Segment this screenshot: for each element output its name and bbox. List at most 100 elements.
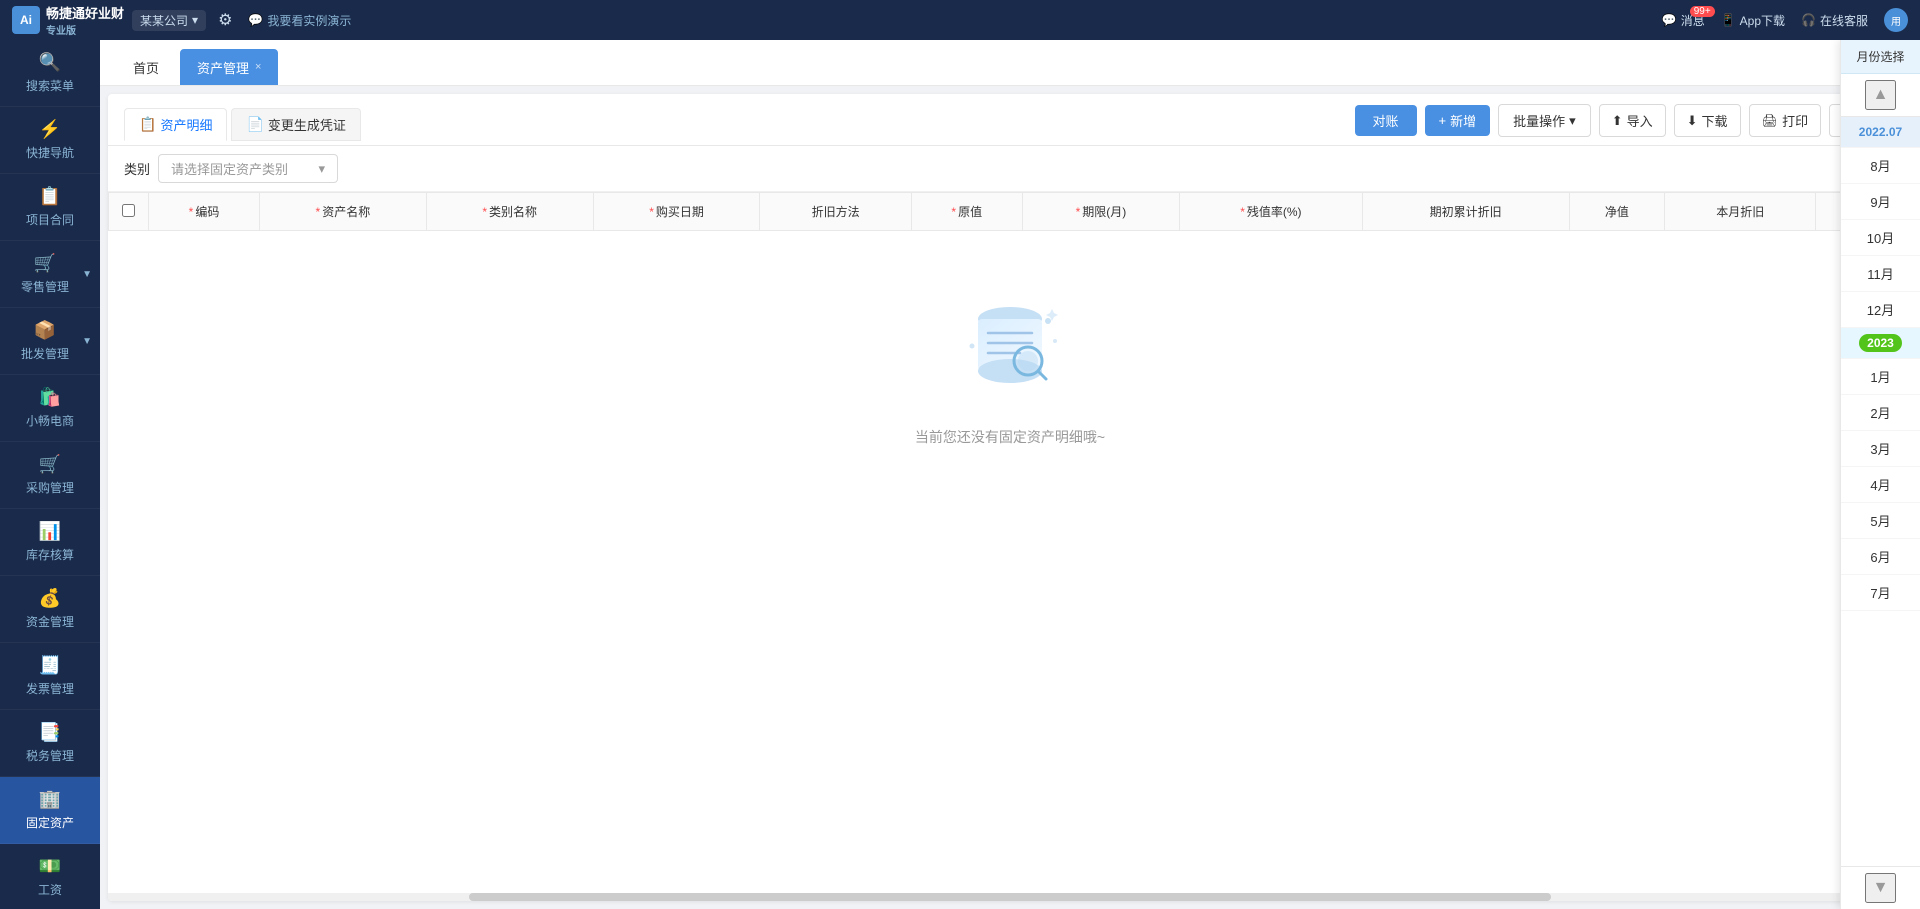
month-item-11[interactable]: 11月 bbox=[1841, 256, 1920, 292]
sidebar-item-ecommerce[interactable]: 🛍️ 小畅电商 bbox=[0, 375, 100, 442]
sidebar-item-inventory[interactable]: 📊 库存核算 bbox=[0, 509, 100, 576]
tab-bar: 首页 资产管理 × bbox=[100, 40, 1920, 86]
month-item-2023-2[interactable]: 2月 bbox=[1841, 395, 1920, 431]
message-button[interactable]: 💬 消息 99+ bbox=[1662, 12, 1705, 29]
right-actions: 💬 消息 99+ 📱 App下载 🎧 在线客服 用 bbox=[1662, 8, 1908, 32]
wholesale-icon: 📦 bbox=[34, 320, 56, 341]
month-prev-button[interactable]: ▲ bbox=[1865, 86, 1897, 110]
header-monthly-depreciation: 本月折旧 bbox=[1665, 193, 1816, 231]
quicknav-icon: ⚡ bbox=[39, 119, 61, 140]
sidebar-item-finance[interactable]: 💰 资金管理 bbox=[0, 576, 100, 643]
demo-link-text: 我要看实例演示 bbox=[267, 12, 351, 29]
month-item-2023-5[interactable]: 5月 bbox=[1841, 503, 1920, 539]
sidebar-label-quicknav: 快捷导航 bbox=[26, 144, 74, 161]
month-item-10[interactable]: 10月 bbox=[1841, 220, 1920, 256]
sub-tab-change-voucher-label: 变更生成凭证 bbox=[268, 115, 346, 134]
select-arrow-icon: ▾ bbox=[318, 161, 325, 177]
select-all-checkbox[interactable] bbox=[122, 204, 135, 217]
logo-area: Ai 畅捷通好业财 专业版 bbox=[12, 3, 124, 37]
month-item-2023-1[interactable]: 1月 bbox=[1841, 359, 1920, 395]
service-icon: 🎧 bbox=[1801, 13, 1816, 27]
finance-icon: 💰 bbox=[39, 588, 61, 609]
add-label: 新增 bbox=[1450, 111, 1476, 130]
contract-icon: 📋 bbox=[39, 186, 61, 207]
sidebar-item-invoice[interactable]: 🧾 发票管理 bbox=[0, 643, 100, 710]
table-wrapper[interactable]: *编码 *资产名称 *类别名称 *购买日期 bbox=[108, 192, 1912, 893]
sidebar-item-tax[interactable]: 📑 税务管理 bbox=[0, 710, 100, 777]
download-icon2: ⬇ bbox=[1687, 113, 1698, 129]
sidebar-item-wholesale[interactable]: 📦 批发管理 ▼ bbox=[0, 308, 100, 375]
sub-tab-change-voucher[interactable]: 📄 变更生成凭证 bbox=[231, 108, 360, 141]
sidebar-label-purchase: 采购管理 bbox=[26, 479, 74, 496]
month-item-2022[interactable]: 2022.07 bbox=[1841, 117, 1920, 148]
import-button[interactable]: ⬆ 导入 bbox=[1599, 104, 1666, 137]
company-name: 某某公司 bbox=[140, 12, 188, 29]
app-download-button[interactable]: 📱 App下载 bbox=[1721, 12, 1785, 29]
month-list: 2022.07 8月 9月 10月 11月 12月 2023 1月 2月 3月 … bbox=[1841, 117, 1920, 866]
header-checkbox-cell[interactable] bbox=[109, 193, 149, 231]
message-badge: 99+ bbox=[1690, 6, 1715, 17]
sidebar-item-purchase[interactable]: 🛒 采购管理 bbox=[0, 442, 100, 509]
asset-detail-icon: 📋 bbox=[139, 116, 156, 133]
import-icon: ⬆ bbox=[1612, 113, 1623, 129]
retail-arrow-icon: ▼ bbox=[82, 269, 92, 280]
month-item-9[interactable]: 9月 bbox=[1841, 184, 1920, 220]
online-service-button[interactable]: 🎧 在线客服 bbox=[1801, 12, 1868, 29]
month-item-2023-4[interactable]: 4月 bbox=[1841, 467, 1920, 503]
month-item-12[interactable]: 12月 bbox=[1841, 292, 1920, 328]
tab-home[interactable]: 首页 bbox=[116, 49, 176, 85]
salary-icon: 💵 bbox=[39, 856, 61, 877]
settings-button[interactable]: ⚙ bbox=[218, 10, 232, 30]
tab-asset-mgmt[interactable]: 资产管理 × bbox=[180, 49, 278, 85]
company-selector[interactable]: 某某公司 ▾ bbox=[132, 10, 206, 31]
month-item-8[interactable]: 8月 bbox=[1841, 148, 1920, 184]
header-category-name: *类别名称 bbox=[426, 193, 593, 231]
sidebar-item-search[interactable]: 🔍 搜索菜单 bbox=[0, 40, 100, 107]
header-purchase-date: *购买日期 bbox=[593, 193, 760, 231]
download-button[interactable]: ⬇ 下载 bbox=[1674, 104, 1741, 137]
tab-asset-mgmt-label: 资产管理 bbox=[197, 58, 249, 77]
dui-button[interactable]: 对账 bbox=[1355, 105, 1417, 136]
sidebar-item-salary[interactable]: 💵 工资 bbox=[0, 844, 100, 909]
print-icon: 🖨 bbox=[1762, 113, 1779, 129]
month-item-2023-6[interactable]: 6月 bbox=[1841, 539, 1920, 575]
sidebar-label-tax: 税务管理 bbox=[26, 747, 74, 764]
download-label: 下载 bbox=[1702, 111, 1728, 130]
category-select[interactable]: 请选择固定资产类别 ▾ bbox=[158, 154, 338, 183]
online-service-label: 在线客服 bbox=[1820, 12, 1868, 29]
top-header: Ai 畅捷通好业财 专业版 某某公司 ▾ ⚙ 💬 我要看实例演示 💬 消息 99… bbox=[0, 0, 1920, 40]
batch-button[interactable]: 批量操作 ▾ bbox=[1498, 104, 1591, 137]
sub-tab-asset-detail[interactable]: 📋 资产明细 bbox=[124, 108, 227, 141]
batch-arrow-icon: ▾ bbox=[1569, 113, 1576, 129]
tab-close-icon[interactable]: × bbox=[255, 61, 261, 73]
sidebar-label-wholesale: 批发管理 bbox=[21, 345, 69, 362]
user-avatar[interactable]: 用 bbox=[1884, 8, 1908, 32]
header-net-value: 净值 bbox=[1569, 193, 1664, 231]
scroll-thumb bbox=[469, 893, 1551, 901]
sidebar: 🔍 搜索菜单 ⚡ 快捷导航 📋 项目合同 🛒 零售管理 ▼ 📦 批发管理 ▼ bbox=[0, 40, 100, 909]
month-item-2023-3[interactable]: 3月 bbox=[1841, 431, 1920, 467]
add-button[interactable]: + 新增 bbox=[1425, 105, 1491, 136]
message-icon: 💬 bbox=[1662, 13, 1677, 27]
month-item-2023-7[interactable]: 7月 bbox=[1841, 575, 1920, 611]
search-icon: 🔍 bbox=[39, 52, 61, 73]
sidebar-label-inventory: 库存核算 bbox=[26, 546, 74, 563]
month-next-button[interactable]: ▼ bbox=[1865, 873, 1897, 903]
import-label: 导入 bbox=[1627, 111, 1653, 130]
header-depreciation-method: 折旧方法 bbox=[760, 193, 911, 231]
category-label: 类别 bbox=[124, 159, 150, 178]
sidebar-item-contract[interactable]: 📋 项目合同 bbox=[0, 174, 100, 241]
app-download-label: App下载 bbox=[1740, 12, 1785, 29]
sidebar-item-fixed-asset[interactable]: 🏢 固定资产 bbox=[0, 777, 100, 844]
sidebar-item-retail[interactable]: 🛒 零售管理 ▼ bbox=[0, 241, 100, 308]
bottom-scroll[interactable] bbox=[108, 893, 1912, 901]
print-button[interactable]: 🖨 打印 bbox=[1749, 104, 1822, 137]
app-body: 🔍 搜索菜单 ⚡ 快捷导航 📋 项目合同 🛒 零售管理 ▼ 📦 批发管理 ▼ bbox=[0, 40, 1920, 909]
month-item-2023-label: 2023 bbox=[1841, 328, 1920, 359]
empty-row: 当前您还没有固定资产明细哦~ bbox=[109, 231, 1912, 508]
table-header-row: *编码 *资产名称 *类别名称 *购买日期 bbox=[109, 193, 1912, 231]
header-original-value: *原值 bbox=[911, 193, 1022, 231]
demo-link[interactable]: 💬 我要看实例演示 bbox=[248, 12, 351, 29]
sidebar-item-quicknav[interactable]: ⚡ 快捷导航 bbox=[0, 107, 100, 174]
sidebar-label-salary: 工资 bbox=[38, 881, 62, 898]
